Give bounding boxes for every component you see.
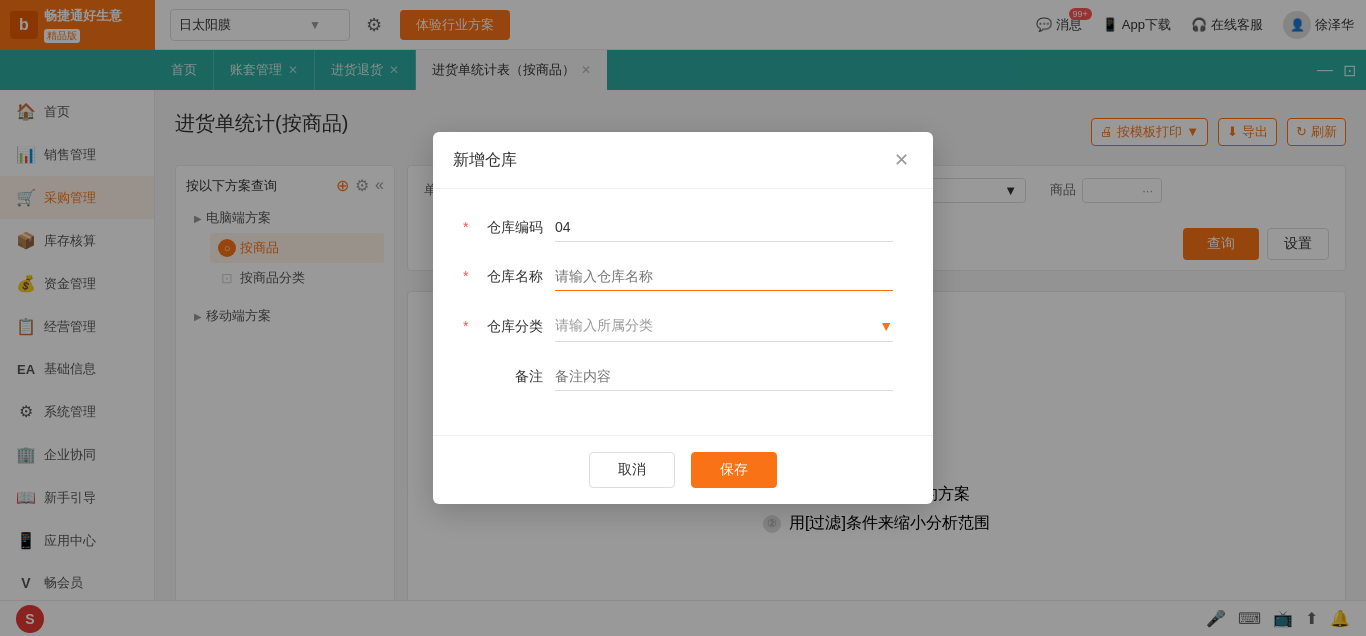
category-label: 仓库分类 [473,318,543,336]
note-input[interactable] [555,362,893,391]
modal-overlay[interactable]: 新增仓库 ✕ 仓库编码 仓库名称 仓库分类 请输入所属分类 ▼ [0,0,1366,636]
modal-footer: 取消 保存 [433,435,933,504]
name-label: 仓库名称 [473,268,543,286]
form-row-code: 仓库编码 [473,213,893,242]
new-warehouse-modal: 新增仓库 ✕ 仓库编码 仓库名称 仓库分类 请输入所属分类 ▼ [433,132,933,504]
warehouse-code-input[interactable] [555,213,893,242]
category-placeholder: 请输入所属分类 [555,317,653,335]
warehouse-name-input[interactable] [555,262,893,291]
modal-body: 仓库编码 仓库名称 仓库分类 请输入所属分类 ▼ 备注 [433,189,933,435]
modal-close-icon[interactable]: ✕ [889,148,913,172]
category-select[interactable]: 请输入所属分类 ▼ [555,311,893,342]
note-label: 备注 [473,368,543,386]
category-dropdown-icon: ▼ [879,318,893,334]
form-row-category: 仓库分类 请输入所属分类 ▼ [473,311,893,342]
code-label: 仓库编码 [473,219,543,237]
cancel-button[interactable]: 取消 [589,452,675,488]
form-row-note: 备注 [473,362,893,391]
save-button[interactable]: 保存 [691,452,777,488]
modal-header: 新增仓库 ✕ [433,132,933,189]
modal-title: 新增仓库 [453,150,517,171]
form-row-name: 仓库名称 [473,262,893,291]
